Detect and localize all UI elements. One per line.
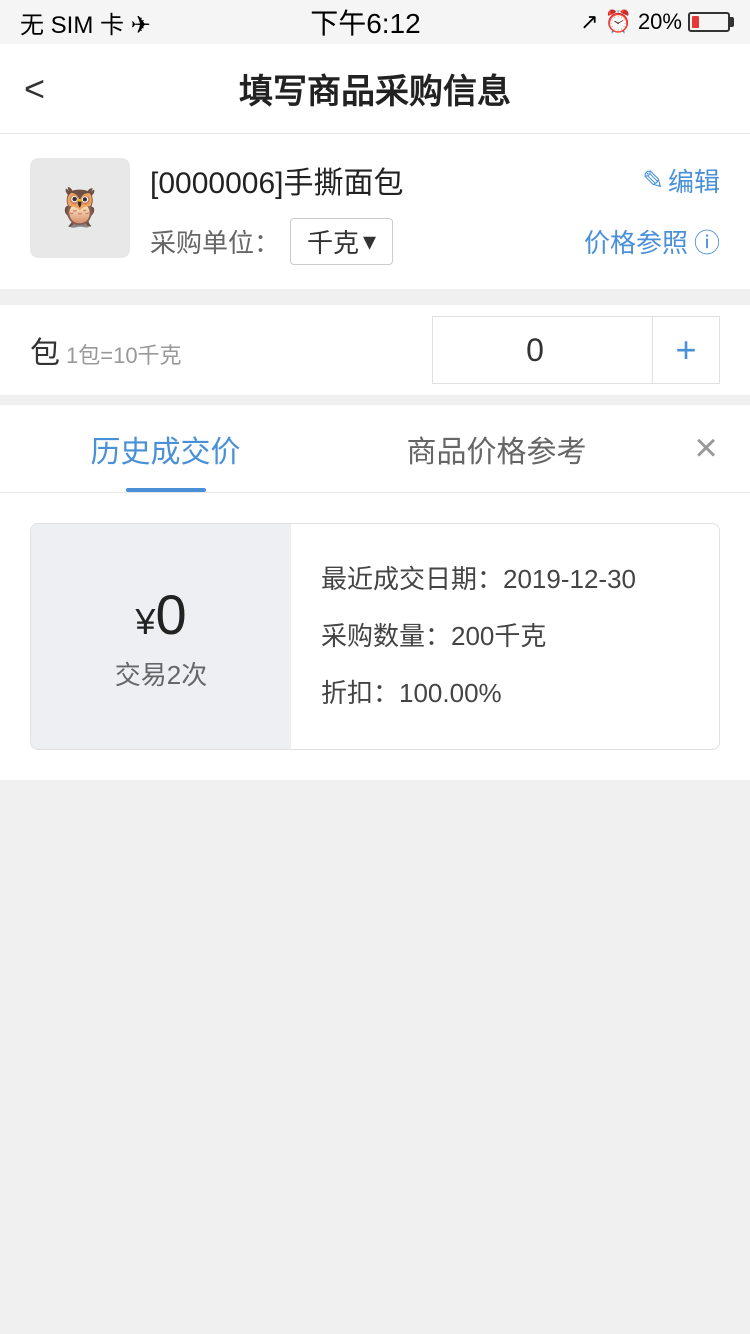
nav-bar: < 填写商品采购信息 <box>0 44 750 134</box>
location-icon: ↗ <box>580 9 598 35</box>
section-divider <box>0 395 750 405</box>
history-details-panel: 最近成交日期：2019-12-30 采购数量：200千克 折扣：100.00% <box>291 524 719 749</box>
latest-date-label: 最近成交日期： <box>321 564 503 594</box>
edit-icon: ✎ <box>642 165 664 196</box>
price-reference-button[interactable]: 价格参照 ⓘ <box>584 223 720 260</box>
discount-label: 折扣： <box>321 678 399 708</box>
quantity-label: 包 1包=10千克 <box>30 328 432 372</box>
dropdown-arrow-icon: ▾ <box>363 226 376 257</box>
latest-date-row: 最近成交日期：2019-12-30 <box>321 560 689 599</box>
status-time: 下午6:12 <box>310 2 421 42</box>
unit-value: 千克 <box>307 223 359 260</box>
tab-price-ref-label: 商品价格参考 <box>407 427 587 471</box>
edit-button[interactable]: ✎ 编辑 <box>642 162 720 199</box>
price-ref-label: 价格参照 <box>584 223 688 260</box>
quantity-detail-label: 采购数量： <box>321 621 451 651</box>
unit-left: 采购单位： 千克 ▾ <box>150 218 393 265</box>
quantity-unit: 包 <box>30 328 60 372</box>
tab-bar: 历史成交价 商品价格参考 × <box>0 405 750 493</box>
alarm-icon: ⏰ <box>605 9 632 35</box>
latest-date-value: 2019-12-30 <box>503 564 636 594</box>
sim-wifi-label: 无 SIM 卡 ✈ <box>20 5 151 40</box>
quantity-row: 包 1包=10千克 + <box>0 305 750 395</box>
tab-section: 历史成交价 商品价格参考 × ¥0 交易2次 最近成交日期：2019-12-30… <box>0 405 750 780</box>
quantity-input[interactable] <box>432 316 652 384</box>
discount-row: 折扣：100.00% <box>321 674 689 713</box>
product-title-row: [0000006]手撕面包 ✎ 编辑 <box>150 158 720 202</box>
status-left: 无 SIM 卡 ✈ <box>20 5 151 40</box>
product-card: 🦉 [0000006]手撕面包 ✎ 编辑 采购单位： 千克 ▾ <box>0 134 750 289</box>
purchase-unit-row: 采购单位： 千克 ▾ 价格参照 ⓘ <box>150 218 720 265</box>
price-symbol: ¥ <box>135 601 155 642</box>
battery-icon <box>688 12 730 32</box>
tab-history-price[interactable]: 历史成交价 <box>0 405 331 492</box>
tab-history-label: 历史成交价 <box>91 427 241 471</box>
product-thumbnail-icon: 🦉 <box>56 186 103 230</box>
unit-select-dropdown[interactable]: 千克 ▾ <box>290 218 393 265</box>
back-button[interactable]: < <box>24 68 45 110</box>
quantity-plus-button[interactable]: + <box>652 316 720 384</box>
status-right: ↗ ⏰ 20% <box>580 9 730 35</box>
tab-close-button[interactable]: × <box>662 405 750 493</box>
tab-price-reference[interactable]: 商品价格参考 <box>331 405 662 492</box>
product-thumbnail: 🦉 <box>30 158 130 258</box>
quantity-detail-value: 200千克 <box>451 621 546 651</box>
product-name: [0000006]手撕面包 <box>150 158 403 202</box>
history-card: ¥0 交易2次 最近成交日期：2019-12-30 采购数量：200千克 折扣：… <box>30 523 720 750</box>
history-trades-count: 交易2次 <box>115 655 207 692</box>
status-bar: 无 SIM 卡 ✈ 下午6:12 ↗ ⏰ 20% <box>0 0 750 44</box>
discount-value: 100.00% <box>399 678 502 708</box>
purchase-quantity-row: 采购数量：200千克 <box>321 617 689 656</box>
battery-label: 20% <box>638 9 682 35</box>
quantity-sub-label: 1包=10千克 <box>66 338 182 370</box>
page-title: 填写商品采购信息 <box>239 64 511 113</box>
tab-active-indicator <box>126 488 206 492</box>
history-content: ¥0 交易2次 最近成交日期：2019-12-30 采购数量：200千克 折扣：… <box>0 493 750 780</box>
quantity-input-area: + <box>432 316 720 384</box>
history-price-panel: ¥0 交易2次 <box>31 524 291 749</box>
purchase-unit-label: 采购单位： <box>150 223 280 260</box>
edit-label: 编辑 <box>668 162 720 199</box>
product-header: 🦉 [0000006]手撕面包 ✎ 编辑 采购单位： 千克 ▾ <box>30 158 720 265</box>
product-info: [0000006]手撕面包 ✎ 编辑 采购单位： 千克 ▾ 价格参照 ⓘ <box>150 158 720 265</box>
history-price-value: ¥0 <box>135 582 186 647</box>
info-icon: ⓘ <box>694 223 720 260</box>
